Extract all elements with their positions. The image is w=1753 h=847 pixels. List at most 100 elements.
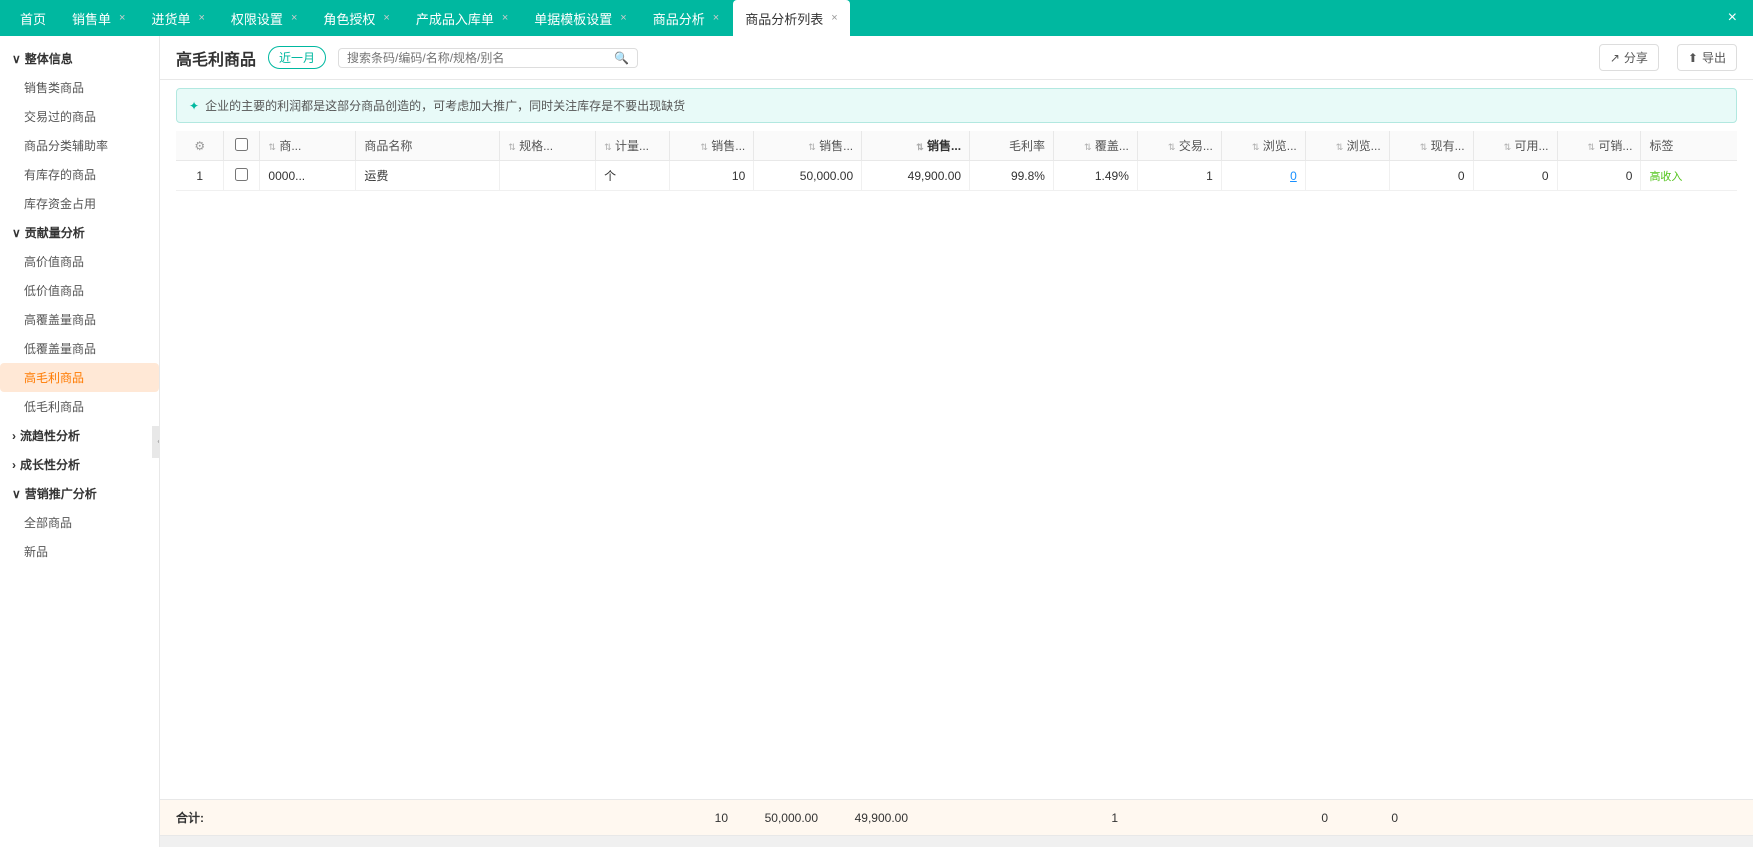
cell-current: 0: [1389, 161, 1473, 191]
col-header-tag[interactable]: 标签: [1641, 131, 1737, 161]
col-header-sales-qty[interactable]: ⇅ 销售...: [670, 131, 754, 161]
info-banner: ✦ 企业的主要的利润都是这部分商品创造的，可考虑加大推广，同时关注库存是不要出现…: [176, 88, 1737, 123]
row-checkbox[interactable]: [235, 168, 248, 181]
top-navigation: 首页 销售单 × 进货单 × 权限设置 × 角色授权 × 产成品入库单 × 单据…: [0, 0, 1753, 36]
nav-close-purchase[interactable]: ×: [198, 12, 204, 24]
col-header-saleable[interactable]: ⇅ 可销...: [1557, 131, 1641, 161]
col-header-sales-profit[interactable]: ⇅ 销售...: [862, 131, 970, 161]
nav-close-permission[interactable]: ×: [291, 12, 297, 24]
footer-spacer-5: [526, 811, 606, 825]
footer-sales-qty: 10: [666, 811, 736, 825]
nav-product-analysis-list[interactable]: 商品分析列表 ×: [733, 0, 849, 36]
table-body: 1 0000... 运费 个 10 50,000.00 49,900.00 99…: [176, 161, 1737, 191]
sidebar-item-category-assist[interactable]: 商品分类辅助率: [0, 131, 159, 160]
nav-purchase-order[interactable]: 进货单 ×: [139, 0, 216, 36]
col-header-sales-amt[interactable]: ⇅ 销售...: [754, 131, 862, 161]
col-header-check[interactable]: [224, 131, 260, 161]
col-header-spec[interactable]: ⇅ 规格...: [500, 131, 596, 161]
col-header-browse1[interactable]: ⇅ 浏览...: [1221, 131, 1305, 161]
nav-close-finished[interactable]: ×: [502, 12, 508, 24]
sidebar: ∨ 整体信息 销售类商品 交易过的商品 商品分类辅助率 有库存的商品 库存资金占…: [0, 36, 160, 847]
sidebar-item-stock-capital[interactable]: 库存资金占用: [0, 189, 159, 218]
col-header-gross-rate[interactable]: 毛利率: [970, 131, 1054, 161]
window-close-button[interactable]: ×: [1720, 9, 1745, 27]
footer-available: 0: [1336, 811, 1406, 825]
search-input[interactable]: [347, 51, 610, 65]
nav-finished-goods[interactable]: 产成品入库单 ×: [404, 0, 520, 36]
sidebar-item-high-value[interactable]: 高价值商品: [0, 247, 159, 276]
nav-close-role[interactable]: ×: [383, 12, 389, 24]
bottom-scrollbar[interactable]: [160, 835, 1753, 847]
col-header-browse2[interactable]: ⇅ 浏览...: [1305, 131, 1389, 161]
info-icon: ✦: [189, 99, 199, 113]
sidebar-item-traded-goods[interactable]: 交易过的商品: [0, 102, 159, 131]
sidebar-group-growth[interactable]: › 成长性分析: [0, 450, 159, 479]
nav-permission-settings[interactable]: 权限设置 ×: [219, 0, 309, 36]
cell-coverage: 1.49%: [1053, 161, 1137, 191]
col-header-name[interactable]: 商品名称: [356, 131, 500, 161]
nav-close-template[interactable]: ×: [620, 12, 626, 24]
sidebar-item-low-margin[interactable]: 低毛利商品: [0, 392, 159, 421]
cell-unit: 个: [596, 161, 670, 191]
nav-close-analysis[interactable]: ×: [713, 12, 719, 24]
time-filter-button[interactable]: 近一月: [268, 46, 326, 69]
col-header-unit[interactable]: ⇅ 计量...: [596, 131, 670, 161]
footer-spacer-3: [326, 811, 406, 825]
sidebar-item-low-coverage[interactable]: 低覆盖量商品: [0, 334, 159, 363]
export-button[interactable]: ⬆ 导出: [1677, 44, 1737, 71]
nav-close-sales[interactable]: ×: [119, 12, 125, 24]
cell-gross-rate: 99.8%: [970, 161, 1054, 191]
nav-product-analysis[interactable]: 商品分析 ×: [641, 0, 731, 36]
nav-close-analysis-list[interactable]: ×: [831, 12, 837, 24]
sidebar-item-all-goods[interactable]: 全部商品: [0, 508, 159, 537]
sidebar-item-in-stock[interactable]: 有库存的商品: [0, 160, 159, 189]
sidebar-group-contribution-items: 高价值商品 低价值商品 高覆盖量商品 低覆盖量商品 高毛利商品 低毛利商品: [0, 247, 159, 421]
sidebar-item-new-goods[interactable]: 新品: [0, 537, 159, 566]
cell-transaction: 1: [1137, 161, 1221, 191]
col-header-coverage[interactable]: ⇅ 覆盖...: [1053, 131, 1137, 161]
col-header-current[interactable]: ⇅ 现有...: [1389, 131, 1473, 161]
page-title: 高毛利商品: [176, 46, 256, 70]
cell-check[interactable]: [224, 161, 260, 191]
sidebar-group-marketing[interactable]: ∨ 营销推广分析: [0, 479, 159, 508]
nav-home[interactable]: 首页: [8, 0, 58, 36]
cell-browse1[interactable]: 0: [1221, 161, 1305, 191]
cell-sales-amt: 50,000.00: [754, 161, 862, 191]
sidebar-item-low-value[interactable]: 低价值商品: [0, 276, 159, 305]
col-header-code[interactable]: ⇅ 商...: [260, 131, 356, 161]
sidebar-item-high-coverage[interactable]: 高覆盖量商品: [0, 305, 159, 334]
cell-code: 0000...: [260, 161, 356, 191]
footer-label: 合计:: [176, 809, 256, 826]
footer-browse2-spacer: [1196, 811, 1266, 825]
cell-spec: [500, 161, 596, 191]
footer-spacer-1: [256, 811, 296, 825]
sidebar-group-trend[interactable]: › 流趋性分析: [0, 421, 159, 450]
footer-tag-spacer: [1476, 811, 1556, 825]
cell-browse2: [1305, 161, 1389, 191]
cell-sales-profit: 49,900.00: [862, 161, 970, 191]
sidebar-group-contribution[interactable]: ∨ 贡献量分析: [0, 218, 159, 247]
nav-sales-order[interactable]: 销售单 ×: [60, 0, 137, 36]
col-header-transaction[interactable]: ⇅ 交易...: [1137, 131, 1221, 161]
nav-role-auth[interactable]: 角色授权 ×: [311, 0, 401, 36]
settings-icon[interactable]: ⚙: [194, 139, 205, 153]
chevron-down-icon-3: ∨: [12, 487, 21, 501]
sidebar-item-sales-goods[interactable]: 销售类商品: [0, 73, 159, 102]
footer-unit-spacer: [606, 811, 666, 825]
sidebar-item-high-margin[interactable]: 高毛利商品: [0, 363, 159, 392]
cell-num: 1: [176, 161, 224, 191]
table-row: 1 0000... 运费 个 10 50,000.00 49,900.00 99…: [176, 161, 1737, 191]
cell-saleable: 0: [1557, 161, 1641, 191]
search-icon[interactable]: 🔍: [614, 51, 629, 65]
footer-current: 0: [1266, 811, 1336, 825]
chevron-down-icon: ∨: [12, 52, 21, 66]
col-header-num: ⚙: [176, 131, 224, 161]
sidebar-collapse-button[interactable]: «: [152, 426, 160, 458]
select-all-checkbox[interactable]: [235, 138, 248, 151]
content-area: 高毛利商品 近一月 🔍 ↗ 分享 ⬆ 导出 ✦ 企业的主要的利润都是这部分商品创…: [160, 36, 1753, 847]
nav-template-settings[interactable]: 单据模板设置 ×: [522, 0, 638, 36]
share-button[interactable]: ↗ 分享: [1599, 44, 1659, 71]
sidebar-group-overall[interactable]: ∨ 整体信息: [0, 44, 159, 73]
footer-spacer-2: [296, 811, 326, 825]
col-header-available[interactable]: ⇅ 可用...: [1473, 131, 1557, 161]
